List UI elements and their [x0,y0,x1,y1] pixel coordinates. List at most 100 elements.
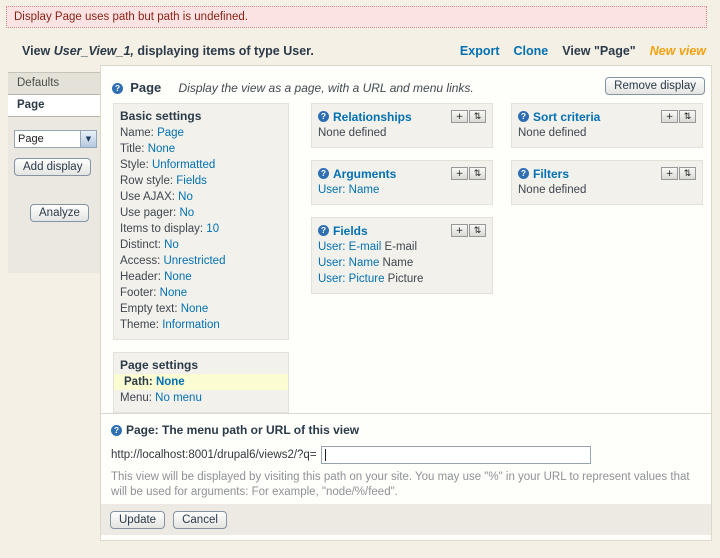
add-icon[interactable]: + [451,110,468,123]
sort-criteria-head: ? Sort criteria + ⇅ [518,108,696,125]
rearrange-icon[interactable]: ⇅ [679,110,696,123]
url-prefix: http://localhost:8001/drupal6/views2/?q= [111,449,317,461]
field-admin-label: Name [379,257,414,269]
setting-value-link[interactable]: None [160,287,188,299]
sort-criteria-buttons: + ⇅ [661,110,696,123]
add-icon[interactable]: + [661,167,678,180]
arguments-title-link[interactable]: Arguments [333,167,396,181]
rearrange-icon[interactable]: ⇅ [469,167,486,180]
remove-display-button[interactable]: Remove display [605,77,705,95]
sort-criteria-title-link[interactable]: Sort criteria [533,110,600,124]
rearrange-icon[interactable]: ⇅ [469,110,486,123]
setting-value-link[interactable]: Information [162,319,220,331]
clone-link[interactable]: Clone [514,44,549,58]
fields-head: ? Fields + ⇅ [318,222,486,239]
help-icon[interactable]: ? [318,111,329,122]
setting-value-link[interactable]: No [179,207,194,219]
filters-head: ? Filters + ⇅ [518,165,696,182]
help-icon[interactable]: ? [318,225,329,236]
column-basic-settings: Basic settings Name: Page Title: None St… [113,103,289,425]
setting-row-access: Access: Unrestricted [120,253,282,269]
tab-defaults[interactable]: Defaults [8,73,100,95]
setting-label: Access: [120,255,161,267]
setting-row-style: Style: Unformatted [120,157,282,173]
error-banner: Display Page uses path but path is undef… [6,6,707,28]
setting-value-link[interactable]: Unformatted [152,159,215,171]
column-right: ? Sort criteria + ⇅ None defined ? Filte… [511,103,703,217]
field-row: User: E-mail E-mail [318,239,486,255]
field-link[interactable]: User: E-mail [318,241,381,253]
setting-value-link[interactable]: Unrestricted [163,255,225,267]
page-settings-panel: Page settings Path: None Menu: No menu [113,352,289,413]
rearrange-icon[interactable]: ⇅ [679,167,696,180]
relationships-empty: None defined [318,127,387,139]
setting-label: Theme: [120,319,159,331]
help-icon[interactable]: ? [518,168,529,179]
view-header: View User_View_1, displaying items of ty… [22,44,706,60]
setting-label: Use AJAX: [120,191,175,203]
text-cursor [324,449,326,461]
arguments-head: ? Arguments + ⇅ [318,165,486,182]
add-icon[interactable]: + [451,167,468,180]
display-type-select-value: Page [18,133,44,145]
menu-setting-row: Menu: No menu [120,390,282,406]
relationships-head: ? Relationships + ⇅ [318,108,486,125]
field-link[interactable]: User: Picture [318,273,384,285]
setting-row-distinct: Distinct: No [120,237,282,253]
setting-row-row-style: Row style: Fields [120,173,282,189]
view-title-suffix: displaying items of type User. [133,44,314,58]
view-page-link[interactable]: View "Page" [562,44,635,58]
display-type-select[interactable]: Page ▼ [14,130,97,148]
setting-label: Style: [120,159,149,171]
setting-row-use-ajax: Use AJAX: No [120,189,282,205]
rearrange-icon[interactable]: ⇅ [469,224,486,237]
field-link[interactable]: User: Name [318,257,379,269]
new-view-link[interactable]: New view [650,44,706,58]
display-title: Page [130,80,162,95]
add-icon[interactable]: + [661,110,678,123]
path-setting-row: Path: None [114,374,288,390]
setting-value-link[interactable]: None [181,303,209,315]
argument-row: User: Name [318,182,486,198]
basic-settings-panel: Basic settings Name: Page Title: None St… [113,103,289,340]
setting-value-link[interactable]: Page [157,127,184,139]
argument-link[interactable]: User: Name [318,184,379,196]
setting-value-link[interactable]: No [164,239,179,251]
setting-value-link[interactable]: None [148,143,176,155]
setting-value-link[interactable]: 10 [206,223,219,235]
fields-title-link[interactable]: Fields [333,224,368,238]
setting-label: Items to display: [120,223,204,235]
export-link[interactable]: Export [460,44,500,58]
relationships-title-link[interactable]: Relationships [333,110,412,124]
display-header: ? Page Display the view as a page, with … [112,80,591,95]
setting-value-link[interactable]: No [178,191,193,203]
setting-value-link[interactable]: None [164,271,192,283]
setting-label: Use pager: [120,207,177,219]
analyze-button[interactable]: Analyze [30,204,89,222]
help-icon[interactable]: ? [318,168,329,179]
cancel-button[interactable]: Cancel [173,510,227,529]
help-icon[interactable]: ? [111,425,122,436]
setting-label: Footer: [120,287,157,299]
help-icon[interactable]: ? [518,111,529,122]
display-sidebar: Defaults Page Page ▼ Add display Analyze [8,72,100,273]
update-button[interactable]: Update [110,510,166,529]
chevron-down-icon[interactable]: ▼ [80,131,96,147]
arguments-panel: ? Arguments + ⇅ User: Name [311,160,493,205]
menu-value-link[interactable]: No menu [155,392,202,404]
add-icon[interactable]: + [451,224,468,237]
column-middle: ? Relationships + ⇅ None defined ? Argum… [311,103,493,306]
setting-row-header: Header: None [120,269,282,285]
help-icon[interactable]: ? [112,83,123,94]
views-ui-screen: Display Page uses path but path is undef… [0,0,720,558]
filters-panel: ? Filters + ⇅ None defined [511,160,703,205]
path-value-link[interactable]: None [156,376,185,388]
setting-value-link[interactable]: Fields [176,175,207,187]
view-title-prefix: View [22,44,54,58]
tab-page[interactable]: Page [8,95,100,117]
filters-title-link[interactable]: Filters [533,167,569,181]
form-actions-bar: Update Cancel [101,504,711,535]
add-display-button[interactable]: Add display [14,158,92,176]
path-input[interactable] [320,446,591,464]
display-settings-panel: ? Page Display the view as a page, with … [100,65,712,541]
